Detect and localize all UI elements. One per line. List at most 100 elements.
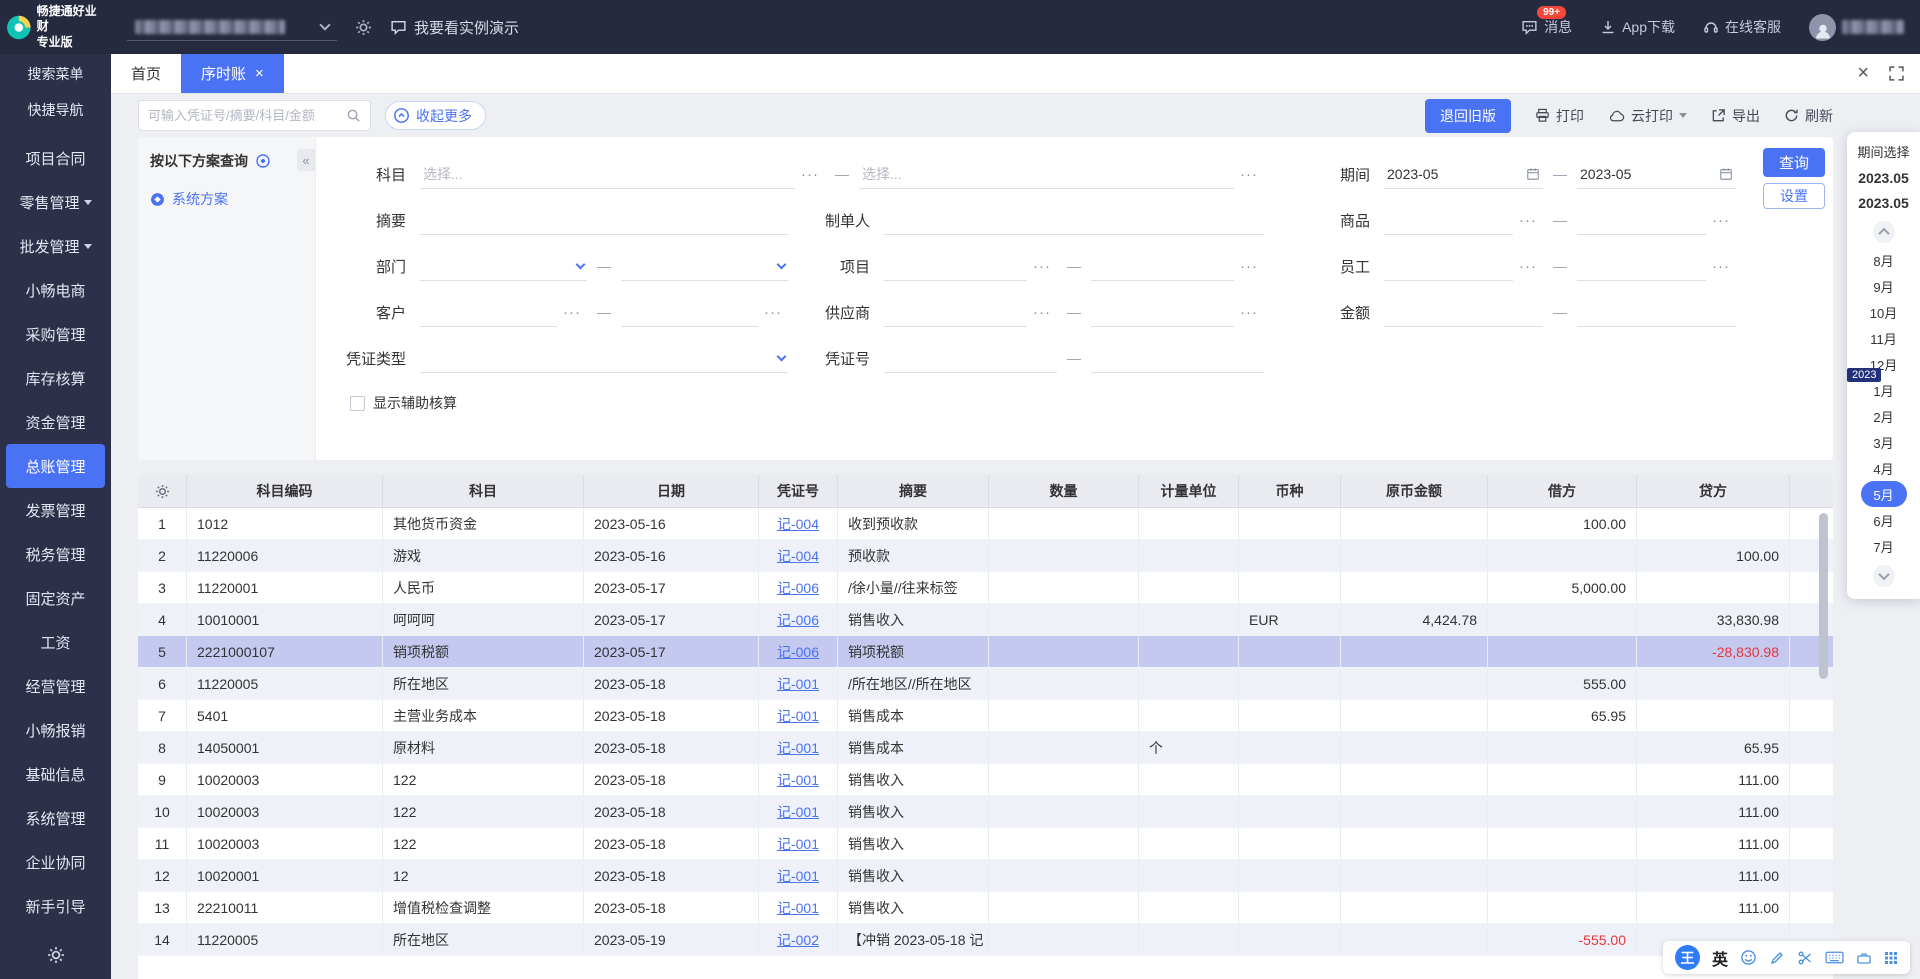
project-to-select[interactable] <box>1091 251 1234 281</box>
sidebar-item-1[interactable]: 搜索菜单 <box>0 56 111 92</box>
back-to-old-button[interactable]: 退回旧版 <box>1425 98 1511 133</box>
sidebar-item-4[interactable]: 零售管理 <box>0 180 111 224</box>
customer-from-select[interactable] <box>420 297 557 327</box>
table-row-1[interactable]: 1 1012 其他货币资金 2023-05-16 记-004 收到预收款 100.00 <box>138 508 1833 540</box>
sidebar-item-18[interactable]: 系统管理 <box>0 796 111 840</box>
messages-button[interactable]: 消息 99+ <box>1521 6 1572 37</box>
period-from-input[interactable]: 2023-05 <box>1384 159 1543 189</box>
customer-to-more-button[interactable]: ··· <box>758 304 788 321</box>
employee-from-select[interactable] <box>1384 251 1513 281</box>
sidebar-item-13[interactable]: 固定资产 <box>0 576 111 620</box>
query-button[interactable]: 查询 <box>1763 148 1825 177</box>
keyboard-icon[interactable] <box>1825 951 1844 964</box>
show-auxiliary-checkbox[interactable]: 显示辅助核算 <box>350 393 1743 413</box>
table-row-13[interactable]: 13 22210011 增值税检查调整 2023-05-18 记-001 销售收入 111.… <box>138 892 1833 924</box>
sidebar-item-10[interactable]: 总账管理 <box>6 444 105 488</box>
table-row-11[interactable]: 11 10020003 122 2023-05-18 记-001 销售收入 111.00 <box>138 828 1833 860</box>
settings-button[interactable]: 设置 <box>1763 183 1825 209</box>
column-header-qty[interactable]: 数量 <box>989 475 1139 507</box>
amount-from-input[interactable] <box>1387 303 1540 320</box>
system-scheme-item[interactable]: 系统方案 <box>150 189 315 209</box>
period-to-input[interactable]: 2023-05 <box>1577 159 1736 189</box>
search-icon[interactable] <box>346 108 361 123</box>
supplier-from-select[interactable] <box>884 297 1027 327</box>
month-item-11月[interactable]: 11月 <box>1861 325 1907 351</box>
month-item-3月[interactable]: 3月 <box>1861 429 1907 455</box>
vertical-scrollbar[interactable] <box>1819 513 1828 679</box>
voucher-link[interactable]: 记-004 <box>777 546 819 566</box>
supplier-to-select[interactable] <box>1091 297 1234 327</box>
voucher-link[interactable]: 记-001 <box>777 706 819 726</box>
print-button[interactable]: 打印 <box>1535 106 1584 126</box>
sidebar-item-12[interactable]: 税务管理 <box>0 532 111 576</box>
voucher-type-dropdown[interactable] <box>420 343 788 373</box>
goods-to-select[interactable] <box>1577 205 1706 235</box>
column-header-credit[interactable]: 贷方 <box>1637 475 1790 507</box>
voucher-link[interactable]: 记-006 <box>777 642 819 662</box>
refresh-button[interactable]: 刷新 <box>1784 106 1833 126</box>
table-row-5[interactable]: 5 2221000107 销项税额 2023-05-17 记-006 销项税额 -28,83… <box>138 636 1833 668</box>
table-row-10[interactable]: 10 10020003 122 2023-05-18 记-001 销售收入 111.00 <box>138 796 1833 828</box>
table-row-7[interactable]: 7 5401 主营业务成本 2023-05-18 记-001 销售成本 65.95 <box>138 700 1833 732</box>
sidebar-item-7[interactable]: 采购管理 <box>0 312 111 356</box>
project-to-more-button[interactable]: ··· <box>1234 258 1264 275</box>
online-service-button[interactable]: 在线客服 <box>1703 17 1781 37</box>
employee-from-more-button[interactable]: ··· <box>1513 258 1543 275</box>
month-item-6月[interactable]: 6月 <box>1861 507 1907 533</box>
project-from-more-button[interactable]: ··· <box>1027 258 1057 275</box>
voucher-link[interactable]: 记-006 <box>777 610 819 630</box>
department-from-dropdown[interactable] <box>420 251 587 281</box>
toolbox-icon[interactable] <box>1856 950 1872 966</box>
amount-to-input[interactable] <box>1580 303 1733 320</box>
customer-to-select[interactable] <box>621 297 758 327</box>
voucher-link[interactable]: 记-001 <box>777 674 819 694</box>
scroll-down-button[interactable] <box>1872 565 1895 587</box>
subject-from-more-button[interactable]: ··· <box>795 166 825 183</box>
scissors-icon[interactable] <box>1797 950 1813 966</box>
table-row-8[interactable]: 8 14050001 原材料 2023-05-18 记-001 销售成本 个 65.95 <box>138 732 1833 764</box>
sidebar-item-11[interactable]: 发票管理 <box>0 488 111 532</box>
window-close-icon[interactable]: × <box>1857 62 1869 85</box>
month-item-5月[interactable]: 5月 <box>1860 481 1907 507</box>
employee-to-select[interactable] <box>1577 251 1706 281</box>
column-header-orig_amount[interactable]: 原币金额 <box>1341 475 1488 507</box>
column-settings-button[interactable] <box>138 475 187 507</box>
summary-input[interactable] <box>423 211 785 228</box>
table-row-6[interactable]: 6 11220005 所在地区 2023-05-18 记-001/所在地区//所在地区 5… <box>138 668 1833 700</box>
sidebar-item-9[interactable]: 资金管理 <box>0 400 111 444</box>
subject-from-select[interactable]: 选择... <box>420 159 795 189</box>
company-select[interactable] <box>127 14 337 41</box>
sidebar-item-17[interactable]: 基础信息 <box>0 752 111 796</box>
employee-to-more-button[interactable]: ··· <box>1706 258 1736 275</box>
target-icon[interactable] <box>255 153 271 169</box>
user-menu[interactable] <box>1809 13 1904 41</box>
demo-link[interactable]: 我要看实例演示 <box>390 17 519 38</box>
table-row-3[interactable]: 3 11220001 人民币 2023-05-17 记-006/徐小量//往来标签 5,0… <box>138 572 1833 604</box>
sidebar-item-15[interactable]: 经营管理 <box>0 664 111 708</box>
voucher-link[interactable]: 记-001 <box>777 834 819 854</box>
sidebar-item-20[interactable]: 新手引导 <box>0 884 111 928</box>
sidebar-item-6[interactable]: 小畅电商 <box>0 268 111 312</box>
pen-icon[interactable] <box>1769 950 1785 966</box>
sidebar-item-5[interactable]: 批发管理 <box>0 224 111 268</box>
voucher-link[interactable]: 记-002 <box>777 930 819 950</box>
voucher-no-to-input[interactable] <box>1094 349 1261 366</box>
sidebar-item-3[interactable]: 项目合同 <box>0 136 111 180</box>
scroll-up-button[interactable] <box>1872 221 1895 243</box>
month-item-8月[interactable]: 8月 <box>1861 247 1907 273</box>
voucher-no-from-input[interactable] <box>887 349 1054 366</box>
month-item-9月[interactable]: 9月 <box>1861 273 1907 299</box>
voucher-link[interactable]: 记-004 <box>777 514 819 534</box>
subject-to-more-button[interactable]: ··· <box>1234 166 1264 183</box>
sidebar-item-19[interactable]: 企业协同 <box>0 840 111 884</box>
month-item-4月[interactable]: 4月 <box>1861 455 1907 481</box>
goods-to-more-button[interactable]: ··· <box>1706 212 1736 229</box>
column-header-subject[interactable]: 科目 <box>383 475 584 507</box>
tab-journal[interactable]: 序时账 × <box>181 54 284 93</box>
table-row-14[interactable]: 14 11220005 所在地区 2023-05-19 记-002 【冲销 2023-05… <box>138 924 1833 956</box>
emoji-icon[interactable] <box>1740 949 1757 966</box>
app-download-button[interactable]: App下载 <box>1600 17 1675 37</box>
supplier-from-more-button[interactable]: ··· <box>1027 304 1057 321</box>
sidebar-item-14[interactable]: 工资 <box>0 620 111 664</box>
month-item-10月[interactable]: 10月 <box>1861 299 1907 325</box>
